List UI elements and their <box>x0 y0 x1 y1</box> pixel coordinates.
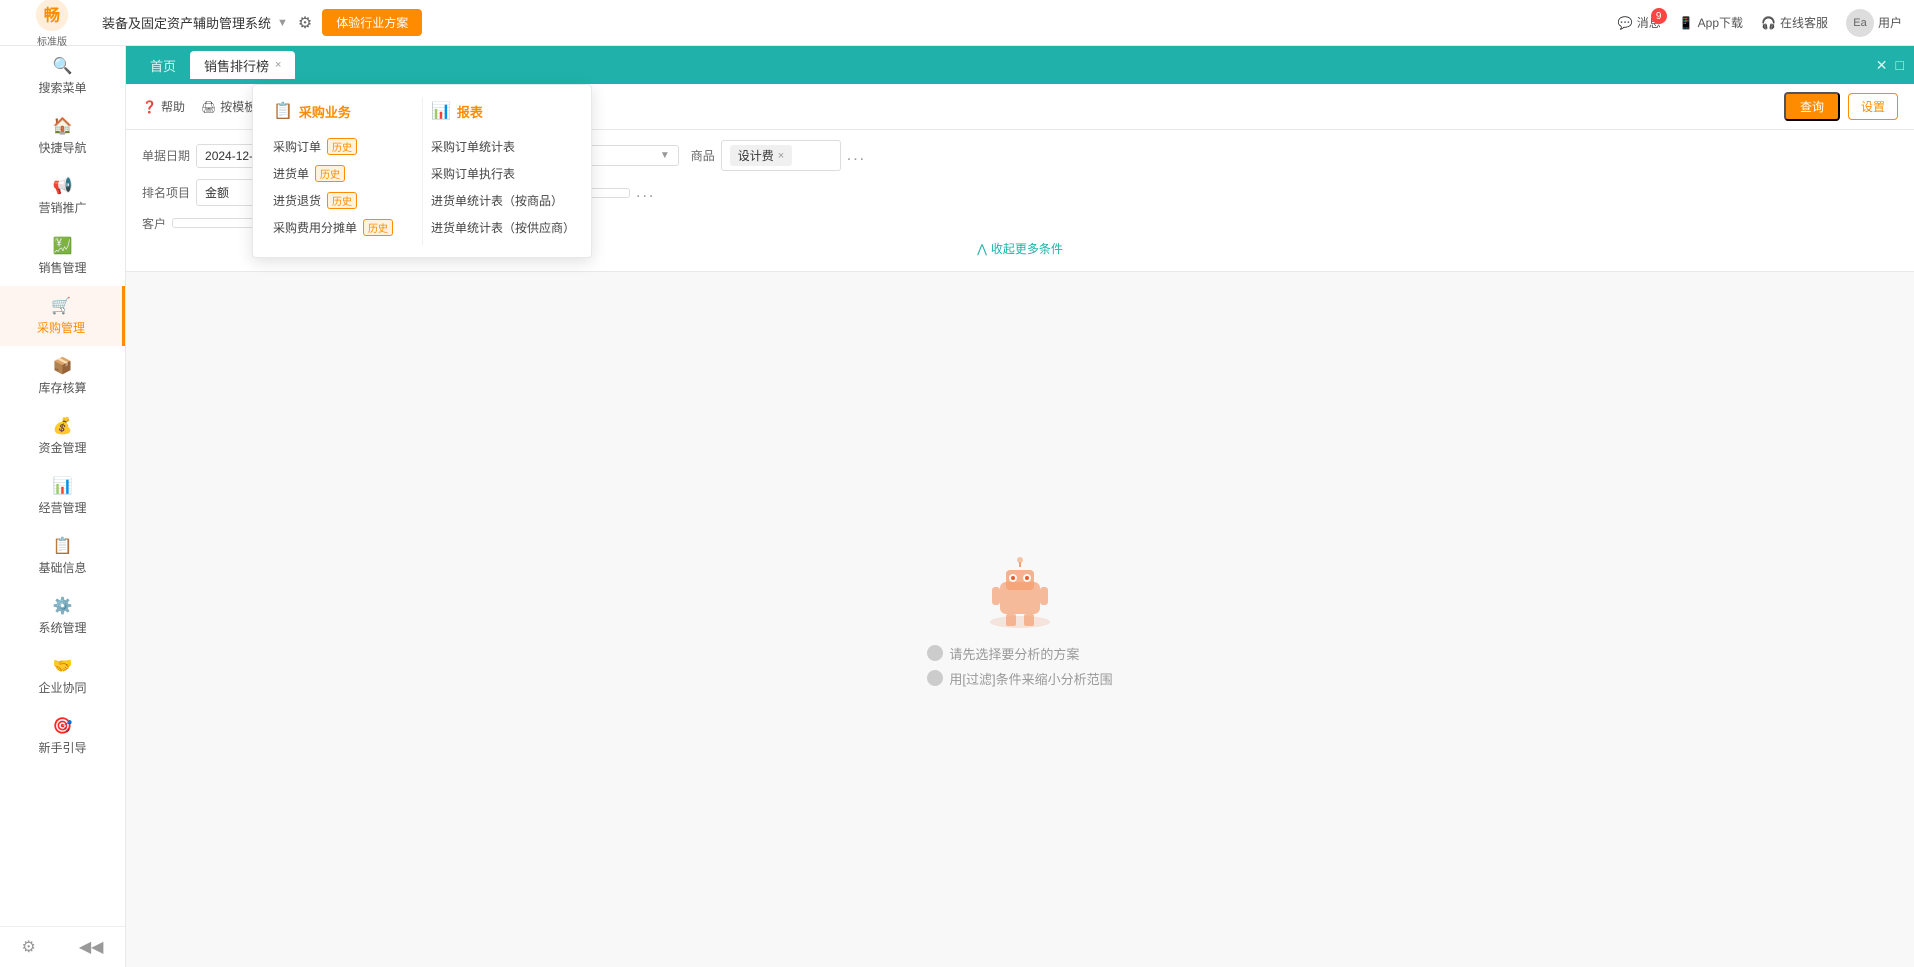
sidebar-item-guide[interactable]: 🎯 新手引导 <box>0 706 125 766</box>
svg-text:畅: 畅 <box>44 5 60 24</box>
sidebar: 🔍 搜索菜单 🏠 快捷导航 📢 营销推广 💹 销售管理 🛒 采购管理 📦 <box>0 46 126 967</box>
menu-item-report-3[interactable]: 进货单统计表（按供应商） <box>431 214 571 241</box>
goods-filter-label: 商品 <box>691 147 715 164</box>
app-container: 畅 标准版 装备及固定资产辅助管理系统 ▼ ⚙ 体验行业方案 💬 消息 9 📱 … <box>0 0 1914 967</box>
finance-icon: 💰 <box>53 416 73 436</box>
search-icon: 🔍 <box>53 56 73 76</box>
top-bar: 畅 标准版 装备及固定资产辅助管理系统 ▼ ⚙ 体验行业方案 💬 消息 9 📱 … <box>0 0 1914 46</box>
customer-filter-label: 客户 <box>142 215 166 232</box>
message-icon: 💬 <box>1618 16 1633 30</box>
user-btn[interactable]: Ea 用户 <box>1846 9 1902 37</box>
tab-window-maximize-icon[interactable]: □ <box>1896 57 1904 74</box>
basicinfo-icon: 📋 <box>53 536 73 556</box>
marketing-icon: 📢 <box>53 176 73 196</box>
gear-icon[interactable]: ⚙ <box>298 13 312 33</box>
empty-state: 请先选择要分析的方案 用[过滤]条件来缩小分析范围 <box>927 552 1112 688</box>
collapse-icon: ⋀ <box>977 242 987 256</box>
menu-item-stock-in[interactable]: 进货单 历史 <box>273 160 414 187</box>
settings-bottom-icon[interactable]: ⚙ <box>22 937 36 957</box>
purchase-section: 📋 采购业务 采购订单 历史 进货单 历史 进货退货 历史 <box>265 97 422 245</box>
app-download-btn[interactable]: 📱 App下载 <box>1679 14 1743 31</box>
salesman-dots[interactable]: ... <box>636 184 655 202</box>
tab-window-close-icon[interactable]: ✕ <box>1876 57 1888 74</box>
print-icon: 🖨 <box>201 100 216 114</box>
empty-text: 请先选择要分析的方案 用[过滤]条件来缩小分析范围 <box>927 644 1112 688</box>
history-tag-1: 历史 <box>315 165 345 182</box>
rank-filter-label: 排名项目 <box>142 184 190 201</box>
sidebar-item-finance[interactable]: 💰 资金管理 <box>0 406 125 466</box>
main-layout: 🔍 搜索菜单 🏠 快捷导航 📢 营销推广 💹 销售管理 🛒 采购管理 📦 <box>0 46 1914 967</box>
collab-icon: 🤝 <box>53 656 73 676</box>
empty-tip-2: 用[过滤]条件来缩小分析范围 <box>927 669 1112 688</box>
query-btn[interactable]: 查询 <box>1784 92 1840 121</box>
industry-btn[interactable]: 体验行业方案 <box>322 9 422 36</box>
sidebar-item-basicinfo[interactable]: 📋 基础信息 <box>0 526 125 586</box>
sidebar-item-inventory[interactable]: 📦 库存核算 <box>0 346 125 406</box>
sidebar-item-system[interactable]: ⚙️ 系统管理 <box>0 586 125 646</box>
sidebar-item-collab[interactable]: 🤝 企业协同 <box>0 646 125 706</box>
tab-bar-right: ✕ □ <box>1876 57 1904 74</box>
tab-close-icon[interactable]: × <box>275 59 281 71</box>
help-btn[interactable]: ❓ 帮助 <box>142 98 185 115</box>
operations-icon: 📊 <box>53 476 73 496</box>
menu-item-purchase-expense[interactable]: 采购费用分摊单 历史 <box>273 214 414 241</box>
title-arrow-icon: ▼ <box>277 17 288 29</box>
menu-item-purchase-order[interactable]: 采购订单 历史 <box>273 133 414 160</box>
empty-tip-1: 请先选择要分析的方案 <box>927 644 1112 663</box>
sidebar-item-operations[interactable]: 📊 经营管理 <box>0 466 125 526</box>
history-tag-3: 历史 <box>363 219 393 236</box>
headset-icon: 🎧 <box>1761 16 1776 30</box>
avatar: Ea <box>1846 9 1874 37</box>
status-arrow-icon: ▼ <box>660 150 670 161</box>
purchase-icon: 🛒 <box>51 296 71 316</box>
sidebar-item-quicknav[interactable]: 🏠 快捷导航 <box>0 106 125 166</box>
logo-icon: 畅 <box>34 0 70 33</box>
inventory-icon: 📦 <box>53 356 73 376</box>
menu-item-report-0[interactable]: 采购订单统计表 <box>431 133 571 160</box>
collapse-btn[interactable]: ⋀ 收起更多条件 <box>977 240 1063 257</box>
purchase-section-icon: 📋 <box>273 101 293 121</box>
top-bar-right: 💬 消息 9 📱 App下载 🎧 在线客服 Ea 用户 <box>1618 9 1902 37</box>
report-section: 📊 报表 采购订单统计表 采购订单执行表 进货单统计表（按商品） 进货单统计表（… <box>422 97 579 245</box>
tab-home[interactable]: 首页 <box>136 51 190 79</box>
goods-filter-group: 商品 设计费 × ... <box>691 140 866 171</box>
goods-input[interactable]: 设计费 × <box>721 140 841 171</box>
phone-icon: 📱 <box>1679 16 1694 30</box>
sales-icon: 💹 <box>53 236 73 256</box>
message-badge: 9 <box>1651 8 1667 24</box>
system-icon: ⚙️ <box>53 596 73 616</box>
message-btn[interactable]: 💬 消息 9 <box>1618 14 1661 31</box>
sidebar-item-purchase[interactable]: 🛒 采购管理 <box>0 286 125 346</box>
tab-bar: 首页 销售排行榜 × ✕ □ <box>126 46 1914 84</box>
logo-area: 畅 标准版 <box>12 0 92 48</box>
goods-dots[interactable]: ... <box>847 147 866 165</box>
help-icon: ❓ <box>142 100 157 114</box>
sidebar-item-search[interactable]: 🔍 搜索菜单 <box>0 46 125 106</box>
report-section-header: 📊 报表 <box>431 101 571 125</box>
purchase-section-header: 📋 采购业务 <box>273 101 414 125</box>
home-icon: 🏠 <box>53 116 73 136</box>
date-filter-label: 单据日期 <box>142 147 190 164</box>
sidebar-item-sales[interactable]: 💹 销售管理 <box>0 226 125 286</box>
menu-item-report-2[interactable]: 进货单统计表（按商品） <box>431 187 571 214</box>
goods-tag: 设计费 × <box>730 145 792 166</box>
service-btn[interactable]: 🎧 在线客服 <box>1761 14 1828 31</box>
goods-tag-remove[interactable]: × <box>778 150 784 162</box>
empty-robot-icon <box>970 552 1070 632</box>
settings-btn[interactable]: 设置 <box>1848 93 1898 120</box>
history-tag-0: 历史 <box>327 138 357 155</box>
content-area: 首页 销售排行榜 × ✕ □ ❓ 帮助 🖨 按模板 <box>126 46 1914 967</box>
dropdown-menu: 📋 采购业务 采购订单 历史 进货单 历史 进货退货 历史 <box>252 84 592 258</box>
main-content: 请先选择要分析的方案 用[过滤]条件来缩小分析范围 <box>126 272 1914 967</box>
tab-sales-rank[interactable]: 销售排行榜 × <box>190 51 295 79</box>
menu-item-report-1[interactable]: 采购订单执行表 <box>431 160 571 187</box>
menu-item-stock-return[interactable]: 进货退货 历史 <box>273 187 414 214</box>
report-section-icon: 📊 <box>431 101 451 121</box>
sidebar-item-marketing[interactable]: 📢 营销推广 <box>0 166 125 226</box>
sidebar-bottom: ⚙ ◀◀ <box>0 926 125 967</box>
history-tag-2: 历史 <box>327 192 357 209</box>
guide-icon: 🎯 <box>53 716 73 736</box>
system-title: 装备及固定资产辅助管理系统 ▼ <box>102 13 288 32</box>
collapse-sidebar-icon[interactable]: ◀◀ <box>79 937 104 957</box>
